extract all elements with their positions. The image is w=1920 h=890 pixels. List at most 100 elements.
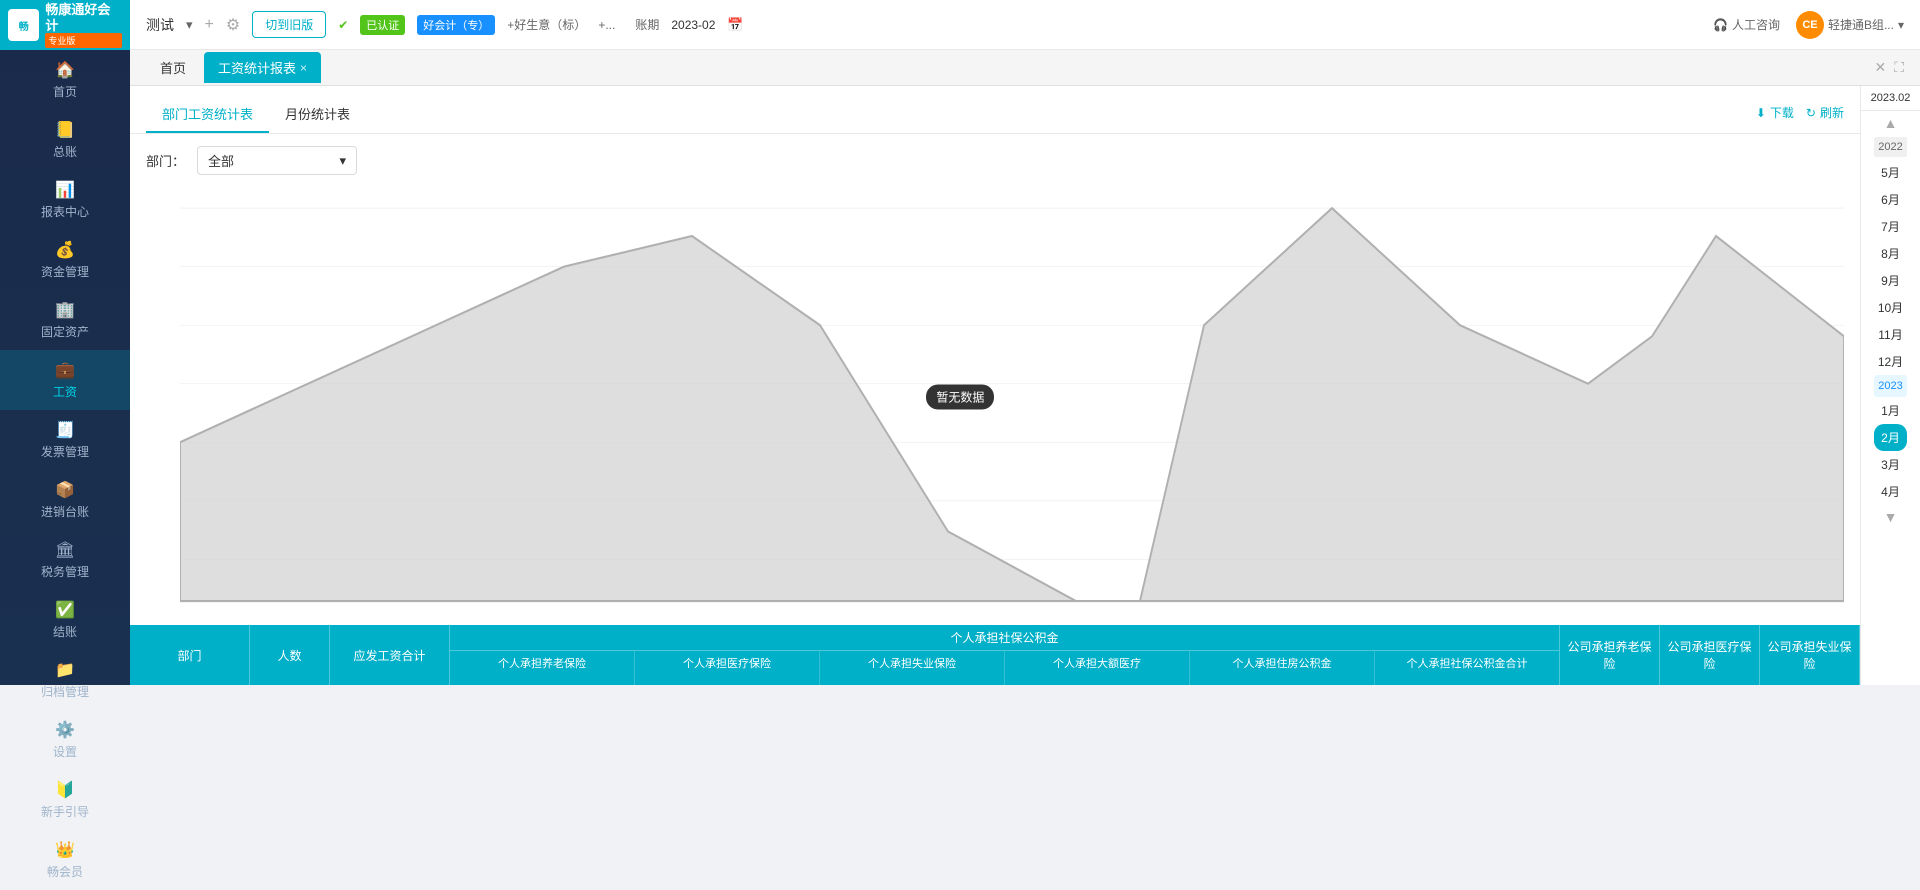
sub-tab-department[interactable]: 部门工资统计表 xyxy=(146,96,269,133)
sidebar-item-purchase[interactable]: 📦进销台账 xyxy=(0,470,130,530)
tab-bar: 首页 工资统计报表 × ✕ ⛶ xyxy=(130,50,1920,86)
date-panel-down[interactable]: ▼ xyxy=(1861,505,1920,529)
main-content: 测试 ▾ + ⚙ 切到旧版 ✔ 已认证 好会计（专） +好生意（标） +... … xyxy=(130,0,1920,685)
topbar-right: 🎧 人工咨询 CE 轻捷通B组... ▾ xyxy=(1713,11,1904,39)
date-month-2023-1月[interactable]: 1月 xyxy=(1874,397,1907,424)
sidebar-label-finance: 资金管理 xyxy=(41,263,89,280)
date-month-2022-5月[interactable]: 5月 xyxy=(1874,159,1907,186)
sidebar-item-guide[interactable]: 🔰新手引导 xyxy=(0,770,130,830)
th-sub-个人承担住房公积金: 个人承担住房公积金 xyxy=(1190,651,1375,685)
sidebar-item-member[interactable]: 👑畅会员 xyxy=(0,830,130,890)
support-btn[interactable]: 🎧 人工咨询 xyxy=(1713,16,1780,33)
th-right-公司承担医疗保险: 公司承担医疗保险 xyxy=(1660,625,1760,685)
salary-icon: 💼 xyxy=(55,360,75,380)
chart-tooltip: 暂无数据 xyxy=(926,385,994,410)
th-right-公司承担失业保险: 公司承担失业保险 xyxy=(1760,625,1860,685)
filter-bar: 部门： 全部 ▾ xyxy=(130,134,1860,187)
sidebar-item-ledger[interactable]: 📒总账 xyxy=(0,110,130,170)
archive-icon: 📁 xyxy=(55,660,75,680)
window-close-icon[interactable]: ✕ xyxy=(1874,59,1886,76)
date-panel-current: 2023.02 xyxy=(1861,86,1920,111)
download-btn[interactable]: ⬇ 下载 xyxy=(1756,104,1794,121)
topbar-check-icon: ✔ xyxy=(338,18,348,32)
tab-close-icon[interactable]: × xyxy=(300,61,307,75)
member-icon: 👑 xyxy=(55,840,75,860)
sub-tabs: 部门工资统计表 月份统计表 ⬇ 下载 ↻ 刷新 xyxy=(130,86,1860,134)
sidebar-label-reports: 报表中心 xyxy=(41,203,89,220)
date-year-2022: 2022 xyxy=(1874,137,1907,157)
date-panel-items: 20225月6月7月8月9月10月11月12月20231月2月3月4月 xyxy=(1874,135,1907,505)
th-sub-个人承担社保公积金合计: 个人承担社保公积金合计 xyxy=(1375,651,1559,685)
date-month-2023-3月[interactable]: 3月 xyxy=(1874,451,1907,478)
topbar-settings-icon[interactable]: ⚙ xyxy=(226,15,240,35)
sidebar-item-tax[interactable]: 🏛税务管理 xyxy=(0,530,130,590)
sidebar-item-reports[interactable]: 📊报表中心 xyxy=(0,170,130,230)
department-select[interactable]: 全部 ▾ xyxy=(197,146,357,175)
sidebar-label-settings: 设置 xyxy=(53,743,77,760)
sidebar-item-salary[interactable]: 💼 工资 xyxy=(0,350,130,410)
settings-icon: ⚙️ xyxy=(55,720,75,740)
sidebar-item-settle[interactable]: ✅结账 xyxy=(0,590,130,650)
sidebar-item-archive[interactable]: 📁 归档管理 xyxy=(0,650,130,710)
sidebar-label-ledger: 总账 xyxy=(53,143,77,160)
user-menu[interactable]: CE 轻捷通B组... ▾ xyxy=(1796,11,1904,39)
date-panel-up[interactable]: ▲ xyxy=(1861,111,1920,135)
sidebar-item-invoice[interactable]: 🧾发票管理 xyxy=(0,410,130,470)
select-dropdown-icon: ▾ xyxy=(339,153,346,169)
topbar: 测试 ▾ + ⚙ 切到旧版 ✔ 已认证 好会计（专） +好生意（标） +... … xyxy=(130,0,1920,50)
date-month-2023-4月[interactable]: 4月 xyxy=(1874,478,1907,505)
salary-chart: 350 300 250 200 150 100 50 0 xyxy=(180,197,1844,615)
headset-icon: 🎧 xyxy=(1713,18,1728,32)
refresh-btn[interactable]: ↻ 刷新 xyxy=(1806,104,1844,121)
th-sub-个人承担大额医疗: 个人承担大额医疗 xyxy=(1005,651,1190,685)
topbar-add-icon[interactable]: + xyxy=(205,16,214,34)
calendar-icon[interactable]: 📅 xyxy=(727,17,743,33)
date-month-2022-7月[interactable]: 7月 xyxy=(1874,213,1907,240)
sidebar-label-purchase: 进销台账 xyxy=(41,503,89,520)
sidebar-item-home[interactable]: 🏠首页 xyxy=(0,50,130,110)
sidebar-logo: 畅 畅康通好会计 专业版 xyxy=(0,0,130,50)
sub-tab-actions: ⬇ 下载 ↻ 刷新 xyxy=(1756,104,1844,125)
tab-home[interactable]: 首页 xyxy=(146,52,200,83)
finance-icon: 💰 xyxy=(55,240,75,260)
settle-icon: ✅ xyxy=(55,600,75,620)
tag3-label: +... xyxy=(598,18,615,32)
filter-label: 部门： xyxy=(146,151,185,170)
date-month-2022-8月[interactable]: 8月 xyxy=(1874,240,1907,267)
sidebar: 畅 畅康通好会计 专业版 🏠首页📒总账📊报表中心 💰 资金管理 🏢 固定资产 💼 工资 🧾发票… xyxy=(0,0,130,685)
date-month-2023-2月[interactable]: 2月 xyxy=(1874,424,1907,451)
sidebar-item-finance[interactable]: 💰 资金管理 xyxy=(0,230,130,290)
refresh-icon: ↻ xyxy=(1806,106,1816,120)
date-month-2022-6月[interactable]: 6月 xyxy=(1874,186,1907,213)
chart-area: 350 300 250 200 150 100 50 0 xyxy=(130,187,1860,625)
date-month-2022-10月[interactable]: 10月 xyxy=(1874,294,1907,321)
sidebar-label-assets: 固定资产 xyxy=(41,323,89,340)
company-dropdown-icon[interactable]: ▾ xyxy=(186,17,193,33)
date-year-2023: 2023 xyxy=(1874,375,1907,397)
company-name: 测试 xyxy=(146,15,174,35)
th-group-label: 个人承担社保公积金 xyxy=(450,625,1559,651)
guide-icon: 🔰 xyxy=(55,780,75,800)
date-month-2022-11月[interactable]: 11月 xyxy=(1874,321,1907,348)
sidebar-label-tax: 税务管理 xyxy=(41,563,89,580)
sidebar-item-assets[interactable]: 🏢 固定资产 xyxy=(0,290,130,350)
tab-salary-report[interactable]: 工资统计报表 × xyxy=(204,52,321,83)
period-value: 2023-02 xyxy=(671,18,715,32)
main-body: 部门工资统计表 月份统计表 ⬇ 下载 ↻ 刷新 xyxy=(130,86,1920,685)
switch-old-btn[interactable]: 切到旧版 xyxy=(252,11,326,38)
th-sub-个人承担养老保险: 个人承担养老保险 xyxy=(450,651,635,685)
certified-badge: 已认证 xyxy=(360,15,405,35)
sub-tab-monthly[interactable]: 月份统计表 xyxy=(269,96,366,133)
assets-icon: 🏢 xyxy=(55,300,75,320)
logo-icon: 畅 xyxy=(8,9,39,41)
sidebar-item-settings[interactable]: ⚙️ 设置 xyxy=(0,710,130,770)
date-month-2022-9月[interactable]: 9月 xyxy=(1874,267,1907,294)
tab-window-controls: ✕ ⛶ xyxy=(1874,59,1904,76)
window-maximize-icon[interactable]: ⛶ xyxy=(1894,59,1904,76)
sidebar-label-home: 首页 xyxy=(53,83,77,100)
chart-section: 部门工资统计表 月份统计表 ⬇ 下载 ↻ 刷新 xyxy=(130,86,1860,685)
date-month-2022-12月[interactable]: 12月 xyxy=(1874,348,1907,375)
th-sub-个人承担失业保险: 个人承担失业保险 xyxy=(820,651,1005,685)
sidebar-label-salary: 工资 xyxy=(53,383,77,400)
sidebar-label-archive: 归档管理 xyxy=(41,683,89,700)
